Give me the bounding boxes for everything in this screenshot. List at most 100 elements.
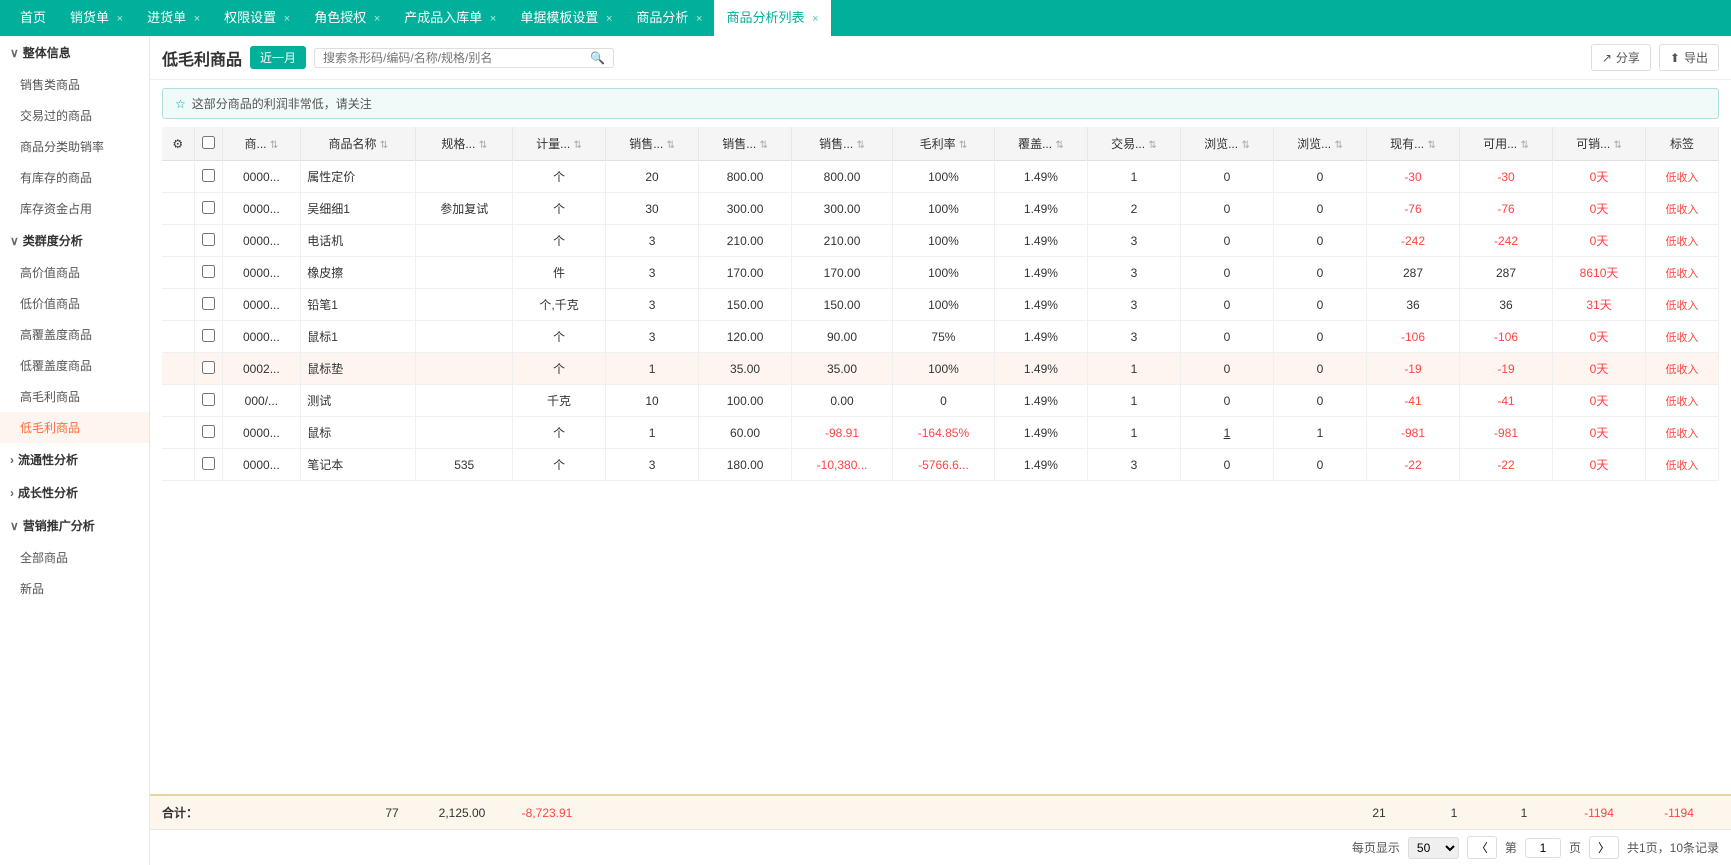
row-checkbox-cell[interactable]: [194, 289, 222, 321]
close-icon[interactable]: ×: [606, 13, 612, 25]
col-views1[interactable]: 浏览... ⇅: [1180, 127, 1273, 161]
col-current-stock[interactable]: 现有... ⇅: [1366, 127, 1459, 161]
close-icon[interactable]: ×: [117, 13, 123, 25]
row-checkbox-cell[interactable]: [194, 321, 222, 353]
row-views2: 0: [1273, 289, 1366, 321]
close-icon[interactable]: ×: [490, 13, 496, 25]
sidebar-item-high-coverage[interactable]: 高覆盖度商品: [0, 319, 149, 350]
sidebar-item-low-margin[interactable]: 低毛利商品: [0, 412, 149, 443]
row-tag: 低收入: [1646, 353, 1719, 385]
col-spec[interactable]: 规格... ⇅: [416, 127, 513, 161]
sidebar-group-overall[interactable]: ∨ 整体信息: [0, 36, 149, 69]
col-unit[interactable]: 计量... ⇅: [513, 127, 606, 161]
col-trade-count[interactable]: 交易... ⇅: [1087, 127, 1180, 161]
row-checkbox-cell[interactable]: [194, 353, 222, 385]
row-coverage: 1.49%: [994, 417, 1087, 449]
nav-template-settings[interactable]: 单据模板设置 ×: [508, 0, 624, 36]
col-settings[interactable]: ⚙: [162, 127, 194, 161]
sidebar-group-marketing[interactable]: ∨ 营销推广分析: [0, 509, 149, 542]
row-checkbox-cell[interactable]: [194, 417, 222, 449]
sidebar-group-circulation[interactable]: › 流通性分析: [0, 443, 149, 476]
select-all-checkbox[interactable]: [202, 136, 215, 149]
row-code: 0000...: [222, 161, 301, 193]
row-checkbox[interactable]: [202, 297, 215, 310]
col-gross-rate[interactable]: 毛利率 ⇅: [892, 127, 994, 161]
table-header-row: ⚙ 商... ⇅ 商品名称 ⇅ 规格... ⇅ 计量... ⇅ 销售... ⇅ …: [162, 127, 1719, 161]
row-checkbox[interactable]: [202, 361, 215, 374]
nav-product-inbound[interactable]: 产成品入库单 ×: [392, 0, 508, 36]
row-checkbox-cell[interactable]: [194, 449, 222, 481]
col-sales-qty[interactable]: 销售... ⇅: [606, 127, 699, 161]
row-checkbox[interactable]: [202, 265, 215, 278]
col-views2[interactable]: 浏览... ⇅: [1273, 127, 1366, 161]
row-checkbox-cell[interactable]: [194, 225, 222, 257]
search-icon[interactable]: 🔍: [590, 51, 605, 65]
col-tag[interactable]: 标签: [1646, 127, 1719, 161]
sidebar-item-stock-capital[interactable]: 库存资金占用: [0, 193, 149, 224]
sidebar-item-high-margin[interactable]: 高毛利商品: [0, 381, 149, 412]
row-tag: 低收入: [1646, 161, 1719, 193]
row-checkbox[interactable]: [202, 169, 215, 182]
row-sales-amount: 35.00: [699, 353, 792, 385]
sidebar-group-growth[interactable]: › 成长性分析: [0, 476, 149, 509]
sidebar-group-cluster[interactable]: ∨ 类群度分析: [0, 224, 149, 257]
next-page-button[interactable]: 〉: [1589, 836, 1619, 859]
col-name[interactable]: 商品名称 ⇅: [301, 127, 416, 161]
date-filter-button[interactable]: 近一月: [250, 46, 306, 69]
row-checkbox[interactable]: [202, 201, 215, 214]
col-checkbox[interactable]: [194, 127, 222, 161]
row-checkbox[interactable]: [202, 393, 215, 406]
nav-sales-order[interactable]: 销货单 ×: [58, 0, 135, 36]
nav-product-analysis-list[interactable]: 商品分析列表 ×: [714, 0, 830, 36]
row-unit: 个: [513, 193, 606, 225]
row-name: 笔记本: [301, 449, 416, 481]
row-checkbox-cell[interactable]: [194, 193, 222, 225]
sidebar-item-low-value[interactable]: 低价值商品: [0, 288, 149, 319]
per-page-select[interactable]: 50 20 100: [1408, 837, 1459, 859]
sidebar-item-new-products[interactable]: 新品: [0, 573, 149, 604]
sidebar-item-all-products[interactable]: 全部商品: [0, 542, 149, 573]
nav-purchase-order[interactable]: 进货单 ×: [135, 0, 212, 36]
col-code[interactable]: 商... ⇅: [222, 127, 301, 161]
row-checkbox-cell[interactable]: [194, 257, 222, 289]
row-checkbox-cell[interactable]: [194, 161, 222, 193]
row-checkbox[interactable]: [202, 329, 215, 342]
page-number-input[interactable]: [1525, 838, 1561, 858]
nav-role-auth[interactable]: 角色授权 ×: [302, 0, 392, 36]
close-icon[interactable]: ×: [284, 13, 290, 25]
close-icon[interactable]: ×: [194, 13, 200, 25]
sidebar-item-low-coverage[interactable]: 低覆盖度商品: [0, 350, 149, 381]
col-sellable-days[interactable]: 可销... ⇅: [1553, 127, 1646, 161]
table-container[interactable]: ⚙ 商... ⇅ 商品名称 ⇅ 规格... ⇅ 计量... ⇅ 销售... ⇅ …: [150, 127, 1731, 794]
totals-sales-amount: 2,125.00: [422, 806, 502, 820]
row-sellable-days: 8610天: [1553, 257, 1646, 289]
prev-page-button[interactable]: 〈: [1467, 836, 1497, 859]
sort-icon: ⇅: [1427, 140, 1435, 151]
share-button[interactable]: ↗ 分享: [1591, 44, 1651, 71]
sidebar-item-category-sales-rate[interactable]: 商品分类助销率: [0, 131, 149, 162]
col-available-stock[interactable]: 可用... ⇅: [1460, 127, 1553, 161]
close-icon[interactable]: ×: [696, 13, 702, 25]
sidebar-item-traded-products[interactable]: 交易过的商品: [0, 100, 149, 131]
sidebar-item-high-value[interactable]: 高价值商品: [0, 257, 149, 288]
sidebar-item-sales-products[interactable]: 销售类商品: [0, 69, 149, 100]
export-button[interactable]: ⬆ 导出: [1659, 44, 1719, 71]
col-sales-profit[interactable]: 销售... ⇅: [792, 127, 893, 161]
row-views1[interactable]: 1: [1180, 417, 1273, 449]
row-checkbox[interactable]: [202, 233, 215, 246]
close-icon[interactable]: ×: [374, 13, 380, 25]
sidebar-item-stocked-products[interactable]: 有库存的商品: [0, 162, 149, 193]
sidebar-group-growth-label: 成长性分析: [18, 484, 78, 501]
close-icon[interactable]: ×: [812, 13, 818, 25]
nav-home[interactable]: 首页: [8, 0, 58, 36]
nav-product-analysis[interactable]: 商品分析 ×: [624, 0, 714, 36]
row-checkbox-cell[interactable]: [194, 385, 222, 417]
row-checkbox[interactable]: [202, 425, 215, 438]
sort-icon: ⇅: [1241, 140, 1249, 151]
row-gross-rate: 100%: [892, 225, 994, 257]
row-checkbox[interactable]: [202, 457, 215, 470]
col-sales-amount[interactable]: 销售... ⇅: [699, 127, 792, 161]
col-coverage[interactable]: 覆盖... ⇅: [994, 127, 1087, 161]
nav-permission-settings[interactable]: 权限设置 ×: [212, 0, 302, 36]
search-input[interactable]: [323, 51, 590, 65]
